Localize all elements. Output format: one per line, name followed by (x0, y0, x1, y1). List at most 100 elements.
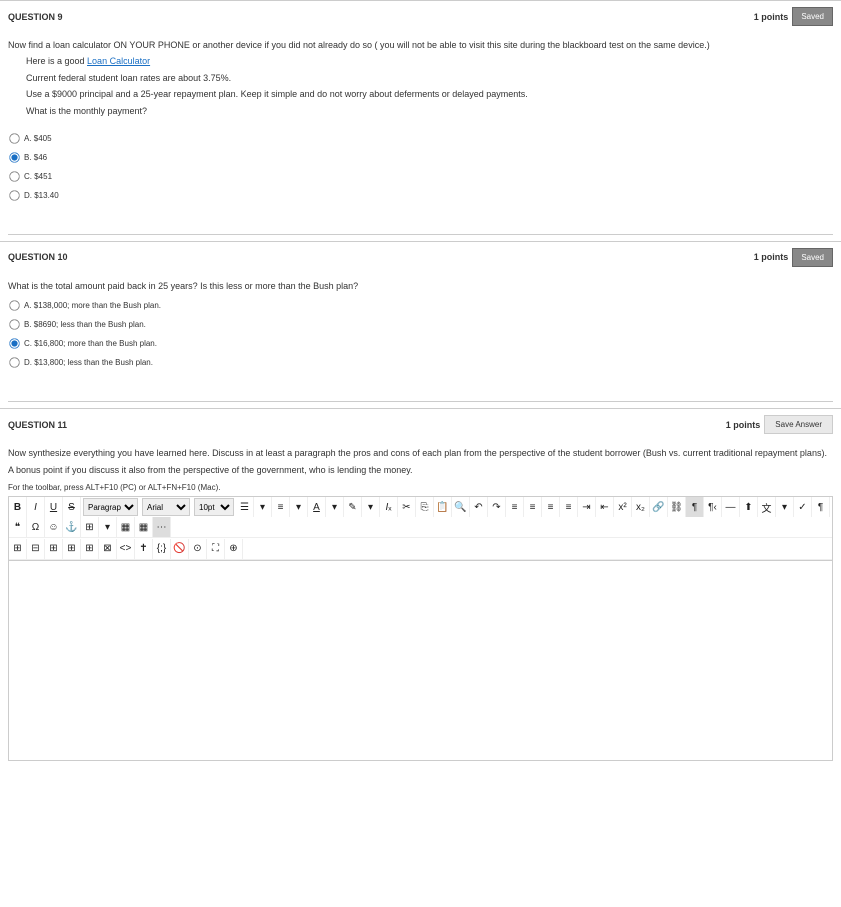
question-9-title: QUESTION 9 (8, 12, 63, 22)
table-button[interactable]: ⊞ (81, 517, 99, 537)
q9-text-line1: Now find a loan calculator ON YOUR PHONE… (8, 38, 833, 52)
indent-button[interactable]: ⇥ (578, 497, 596, 517)
editor-toolbar: B I U S Paragraph Arial 10pt ☰ ▾ ≡ ▾ A ▾… (8, 496, 833, 561)
del-button[interactable]: ⊠ (99, 539, 117, 559)
chevron-down-icon[interactable]: ▾ (362, 497, 380, 517)
q10-radio-a[interactable] (9, 301, 19, 311)
divider-2 (8, 401, 833, 402)
question-9-points: 1 points (754, 12, 789, 22)
cell-button[interactable]: ⊞ (9, 539, 27, 559)
rtl-button[interactable]: ¶‹ (704, 497, 722, 517)
paste-button[interactable]: 📋 (434, 497, 452, 517)
q9-text-line4: Use a $9000 principal and a 25-year repa… (8, 87, 833, 101)
q9-text-line5: What is the monthly payment? (8, 104, 833, 118)
more-button[interactable]: ⋯ (153, 517, 171, 537)
redo-button[interactable]: ↷ (488, 497, 506, 517)
paragraph-select[interactable]: Paragraph (83, 498, 138, 516)
superscript-button[interactable]: x² (614, 497, 632, 517)
codeblock-button[interactable]: {;} (153, 539, 171, 559)
align-justify-button[interactable]: ≡ (560, 497, 578, 517)
q10-option-a[interactable]: A. $138,000; more than the Bush plan. (8, 299, 833, 312)
text-color-button[interactable]: A (308, 497, 326, 517)
italic-button[interactable]: I (27, 497, 45, 517)
q10-option-b[interactable]: B. $8690; less than the Bush plan. (8, 318, 833, 331)
toolbar-hint: For the toolbar, press ALT+F10 (PC) or A… (8, 483, 833, 492)
merge-button[interactable]: ⊟ (27, 539, 45, 559)
divider-1 (8, 234, 833, 235)
undo-button[interactable]: ↶ (470, 497, 488, 517)
highlight-button[interactable]: ✎ (344, 497, 362, 517)
numbered-list-button[interactable]: ≡ (272, 497, 290, 517)
align-right-button[interactable]: ≡ (542, 497, 560, 517)
col-button[interactable]: ⊞ (81, 539, 99, 559)
cut-button[interactable]: ✂ (398, 497, 416, 517)
lang-button[interactable]: 文 (758, 497, 776, 517)
q9-radio-a[interactable] (9, 133, 19, 143)
q9-option-c[interactable]: C. $451 (8, 170, 833, 183)
outdent-button[interactable]: ⇤ (596, 497, 614, 517)
hr-button[interactable]: — (722, 497, 740, 517)
chevron-down-icon[interactable]: ▾ (99, 517, 117, 537)
q9-option-b[interactable]: B. $46 (8, 151, 833, 164)
bold-button[interactable]: B (9, 497, 27, 517)
no-button[interactable]: 🚫 (171, 539, 189, 559)
loan-calculator-link[interactable]: Loan Calculator (87, 56, 150, 66)
split-button[interactable]: ⊞ (45, 539, 63, 559)
toolbar-row-2: ⊞ ⊟ ⊞ ⊞ ⊞ ⊠ <> ✝ {;} 🚫 ⊙ ⛶ ⊕ (9, 538, 832, 560)
question-11-body: Now synthesize everything you have learn… (8, 446, 833, 477)
accessibility-button[interactable]: ✝ (135, 539, 153, 559)
chevron-down-icon[interactable]: ▾ (254, 497, 272, 517)
q10-radio-b[interactable] (9, 320, 19, 330)
chevron-down-icon[interactable]: ▾ (290, 497, 308, 517)
ltr-button[interactable]: ¶ (686, 497, 704, 517)
q9-radio-d[interactable] (9, 190, 19, 200)
link-button[interactable]: 🔗 (650, 497, 668, 517)
check-button[interactable]: ✓ (794, 497, 812, 517)
emoji-button[interactable]: ☺ (45, 517, 63, 537)
subscript-button[interactable]: x₂ (632, 497, 650, 517)
copy-button[interactable]: ⎘ (416, 497, 434, 517)
grid-button[interactable]: ▦ (117, 517, 135, 537)
q9-text-line3: Current federal student loan rates are a… (8, 71, 833, 85)
find-button[interactable]: 🔍 (452, 497, 470, 517)
grid2-button[interactable]: ▦ (135, 517, 153, 537)
editor-textarea[interactable] (8, 561, 833, 761)
quote-button[interactable]: ❝ (9, 517, 27, 537)
omega-button[interactable]: Ω (27, 517, 45, 537)
bullet-list-button[interactable]: ☰ (236, 497, 254, 517)
q9-radio-b[interactable] (9, 152, 19, 162)
question-10-header: QUESTION 10 1 points Saved (8, 248, 833, 267)
align-left-button[interactable]: ≡ (506, 497, 524, 517)
plus-button[interactable]: ⊕ (225, 539, 243, 559)
q10-option-c[interactable]: C. $16,800; more than the Bush plan. (8, 337, 833, 350)
q9-option-a[interactable]: A. $405 (8, 132, 833, 145)
anchor-button[interactable]: ⚓ (63, 517, 81, 537)
strikethrough-button[interactable]: S (63, 497, 81, 517)
row-button[interactable]: ⊞ (63, 539, 81, 559)
q10-option-d[interactable]: D. $13,800; less than the Bush plan. (8, 356, 833, 369)
question-11-save-answer-button[interactable]: Save Answer (764, 415, 833, 434)
code-button[interactable]: <> (117, 539, 135, 559)
underline-button[interactable]: U (45, 497, 63, 517)
q9-radio-c[interactable] (9, 171, 19, 181)
font-select[interactable]: Arial (142, 498, 190, 516)
q10-radio-c[interactable] (9, 339, 19, 349)
chevron-down-icon[interactable]: ▾ (326, 497, 344, 517)
q9-option-d[interactable]: D. $13.40 (8, 189, 833, 202)
clear-format-button[interactable]: Iₓ (380, 497, 398, 517)
question-10-options: A. $138,000; more than the Bush plan. B.… (8, 299, 833, 369)
font-size-select[interactable]: 10pt (194, 498, 234, 516)
question-10-points-box: 1 points Saved (754, 248, 833, 267)
upload-button[interactable]: ⬆ (740, 497, 758, 517)
pilcrow-button[interactable]: ¶ (812, 497, 830, 517)
question-11-points: 1 points (726, 420, 761, 430)
expand-button[interactable]: ⛶ (207, 539, 225, 559)
toolbar-row-1: B I U S Paragraph Arial 10pt ☰ ▾ ≡ ▾ A ▾… (9, 497, 832, 538)
align-center-button[interactable]: ≡ (524, 497, 542, 517)
clock-button[interactable]: ⊙ (189, 539, 207, 559)
question-10-saved-button[interactable]: Saved (792, 248, 833, 267)
question-9-saved-button[interactable]: Saved (792, 7, 833, 26)
q10-radio-d[interactable] (9, 358, 19, 368)
chevron-down-icon[interactable]: ▾ (776, 497, 794, 517)
unlink-button[interactable]: ⛓ (668, 497, 686, 517)
